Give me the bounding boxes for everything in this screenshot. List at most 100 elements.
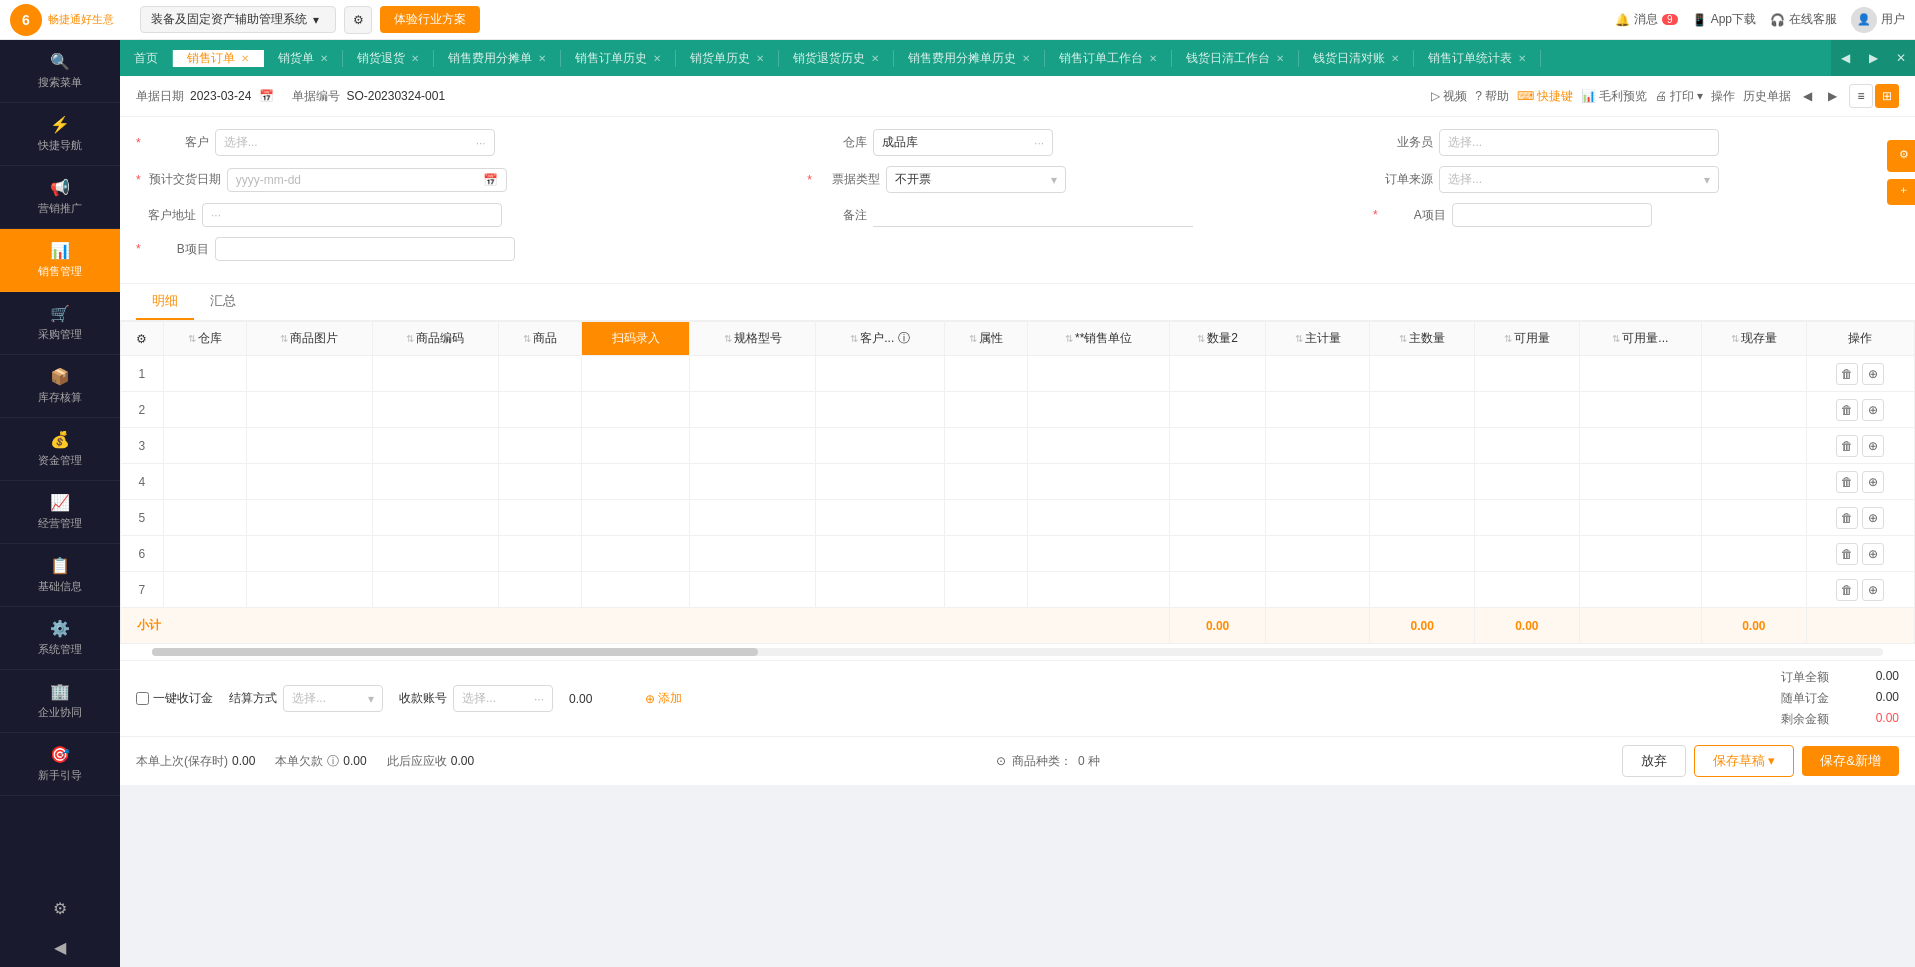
row-cell-7-2[interactable] <box>246 572 372 608</box>
row-copy-5[interactable]: ⊕ <box>1862 507 1884 529</box>
detail-tab-summary[interactable]: 汇总 <box>194 284 252 320</box>
system-selector[interactable]: 装备及固定资产辅助管理系统 ▾ <box>140 6 336 33</box>
next-record-button[interactable]: ▶ <box>1824 87 1841 105</box>
discard-button[interactable]: 放弃 <box>1622 745 1686 777</box>
row-cell-7-1[interactable] <box>163 572 246 608</box>
th-scan[interactable]: 扫码录入 <box>582 322 690 356</box>
staff-input[interactable]: 选择... <box>1439 129 1719 156</box>
row-cell-2-1[interactable] <box>163 392 246 428</box>
tab-close-7[interactable]: ✕ <box>871 53 879 64</box>
sidebar-item-finance[interactable]: 💰资金管理 <box>0 418 120 481</box>
sidebar-item-system[interactable]: ⚙️系统管理 <box>0 607 120 670</box>
row-cell-5-14[interactable] <box>1579 500 1701 536</box>
list-view-button[interactable]: ≡ <box>1849 84 1873 108</box>
row-cell-5-13[interactable] <box>1474 500 1579 536</box>
history-action[interactable]: 历史单据 <box>1743 88 1791 105</box>
row-cell-7-6[interactable] <box>690 572 816 608</box>
row-cell-4-5[interactable] <box>582 464 690 500</box>
notification-button[interactable]: 🔔 消息 9 <box>1615 11 1678 28</box>
row-cell-4-11[interactable] <box>1265 464 1370 500</box>
row-cell-7-14[interactable] <box>1579 572 1701 608</box>
row-copy-7[interactable]: ⊕ <box>1862 579 1884 601</box>
help-action[interactable]: ? 帮助 <box>1475 88 1509 105</box>
row-cell-4-10[interactable] <box>1170 464 1265 500</box>
th-main-qty[interactable]: ⇅主数量 <box>1370 322 1475 356</box>
b-project-input[interactable] <box>215 237 515 261</box>
row-cell-3-12[interactable] <box>1370 428 1475 464</box>
tab-close-6[interactable]: ✕ <box>756 53 764 64</box>
row-cell-2-9[interactable] <box>1027 392 1170 428</box>
tab-0[interactable]: 首页 <box>120 50 173 67</box>
row-cell-6-3[interactable] <box>372 536 498 572</box>
save-new-button[interactable]: 保存&新增 <box>1802 746 1899 776</box>
row-cell-4-4[interactable] <box>498 464 581 500</box>
sidebar-item-guide[interactable]: 🎯新手引导 <box>0 733 120 796</box>
row-cell-2-2[interactable] <box>246 392 372 428</box>
customer-dots-button[interactable]: ··· <box>476 136 486 150</box>
row-cell-7-9[interactable] <box>1027 572 1170 608</box>
row-cell-5-6[interactable] <box>690 500 816 536</box>
row-cell-1-1[interactable] <box>163 356 246 392</box>
save-draft-button[interactable]: 保存草稿 ▾ <box>1694 745 1795 777</box>
row-cell-1-3[interactable] <box>372 356 498 392</box>
save-draft-arrow[interactable]: ▾ <box>1768 753 1775 768</box>
sidebar-item-enterprise[interactable]: 🏢企业协同 <box>0 670 120 733</box>
tab-close-1[interactable]: ✕ <box>241 53 249 64</box>
row-cell-4-3[interactable] <box>372 464 498 500</box>
row-cell-7-12[interactable] <box>1370 572 1475 608</box>
tab-close-9[interactable]: ✕ <box>1149 53 1157 64</box>
row-delete-6[interactable]: 🗑 <box>1836 543 1858 565</box>
delivery-calendar-icon[interactable]: 📅 <box>483 173 498 187</box>
row-cell-6-4[interactable] <box>498 536 581 572</box>
row-cell-4-7[interactable] <box>816 464 944 500</box>
row-copy-3[interactable]: ⊕ <box>1862 435 1884 457</box>
row-cell-5-7[interactable] <box>816 500 944 536</box>
row-cell-5-2[interactable] <box>246 500 372 536</box>
a-project-input[interactable] <box>1452 203 1652 227</box>
row-cell-5-1[interactable] <box>163 500 246 536</box>
row-cell-4-12[interactable] <box>1370 464 1475 500</box>
row-delete-4[interactable]: 🗑 <box>1836 471 1858 493</box>
tab-close-2[interactable]: ✕ <box>320 53 328 64</box>
remark-input[interactable] <box>873 204 1193 227</box>
row-cell-1-15[interactable] <box>1702 356 1807 392</box>
th-product[interactable]: ⇅商品 <box>498 322 581 356</box>
industry-button[interactable]: 体验行业方案 <box>380 6 480 33</box>
row-cell-2-6[interactable] <box>690 392 816 428</box>
row-cell-5-15[interactable] <box>1702 500 1807 536</box>
row-cell-6-9[interactable] <box>1027 536 1170 572</box>
row-cell-4-8[interactable] <box>944 464 1027 500</box>
th-spec[interactable]: ⇅规格型号 <box>690 322 816 356</box>
scroll-thumb[interactable] <box>152 648 758 656</box>
view-action[interactable]: ▷ 视频 <box>1431 88 1467 105</box>
tab-7[interactable]: 销货退货历史✕ <box>779 50 894 67</box>
row-cell-3-1[interactable] <box>163 428 246 464</box>
row-cell-6-12[interactable] <box>1370 536 1475 572</box>
row-cell-5-5[interactable] <box>582 500 690 536</box>
row-cell-3-4[interactable] <box>498 428 581 464</box>
prev-record-button[interactable]: ◀ <box>1799 87 1816 105</box>
th-attr[interactable]: ⇅属性 <box>944 322 1027 356</box>
row-cell-3-15[interactable] <box>1702 428 1807 464</box>
customer-input[interactable]: 选择... ··· <box>215 129 495 156</box>
sidebar-collapse-button[interactable]: ◀ <box>0 928 120 967</box>
tab-close-8[interactable]: ✕ <box>1022 53 1030 64</box>
tab-11[interactable]: 钱货日清对账✕ <box>1299 50 1414 67</box>
operation-action[interactable]: 操作 <box>1711 88 1735 105</box>
row-cell-2-10[interactable] <box>1170 392 1265 428</box>
address-input[interactable]: ··· <box>202 203 502 227</box>
profit-action[interactable]: 📊 毛利预览 <box>1581 88 1647 105</box>
row-cell-1-11[interactable] <box>1265 356 1370 392</box>
row-cell-1-8[interactable] <box>944 356 1027 392</box>
sidebar-item-operation[interactable]: 📈经营管理 <box>0 481 120 544</box>
warehouse-input[interactable]: 成品库 ··· <box>873 129 1053 156</box>
tab-more-button[interactable]: ✕ <box>1887 40 1915 76</box>
row-cell-6-10[interactable] <box>1170 536 1265 572</box>
th-setting[interactable]: ⚙ <box>121 322 164 356</box>
row-cell-3-2[interactable] <box>246 428 372 464</box>
row-cell-3-9[interactable] <box>1027 428 1170 464</box>
row-cell-7-4[interactable] <box>498 572 581 608</box>
row-cell-6-6[interactable] <box>690 536 816 572</box>
tab-8[interactable]: 销售费用分摊单历史✕ <box>894 50 1045 67</box>
row-delete-5[interactable]: 🗑 <box>1836 507 1858 529</box>
